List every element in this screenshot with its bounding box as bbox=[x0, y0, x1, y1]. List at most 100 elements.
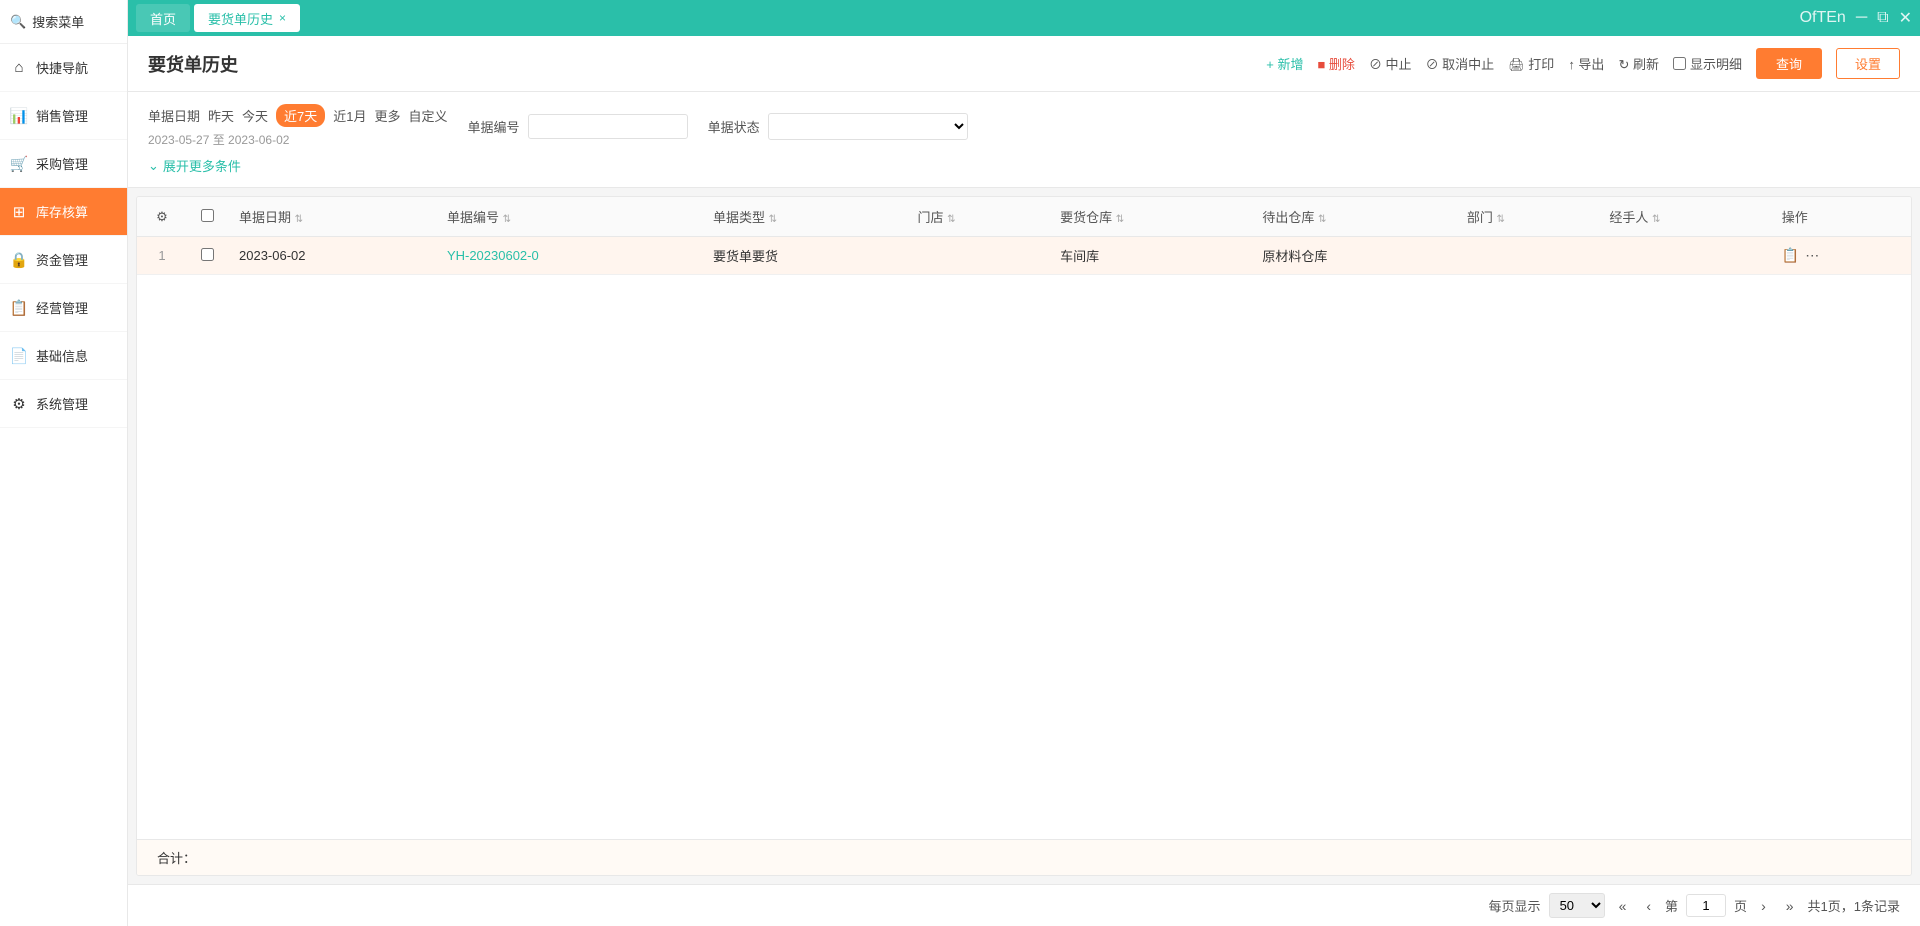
col-handler[interactable]: 经手人 ⇅ bbox=[1597, 197, 1769, 237]
stop-button[interactable]: ⊘ 中止 bbox=[1369, 54, 1412, 73]
close-icon[interactable]: ✕ bbox=[1899, 8, 1912, 28]
sidebar-item-label: 系统管理 bbox=[36, 394, 88, 413]
bill-no-input[interactable] bbox=[528, 114, 688, 139]
row-checkbox[interactable] bbox=[201, 248, 214, 261]
sidebar-item-basic[interactable]: 📄 基础信息 bbox=[0, 332, 127, 380]
page-title: 要货单历史 bbox=[148, 51, 238, 77]
col-date[interactable]: 单据日期 ⇅ bbox=[227, 197, 435, 237]
sidebar-item-purchase[interactable]: 🛒 采购管理 bbox=[0, 140, 127, 188]
page-input-suffix: 页 bbox=[1734, 896, 1747, 915]
sidebar-item-system[interactable]: ⚙ 系统管理 bbox=[0, 380, 127, 428]
row-checkbox-cell[interactable] bbox=[187, 237, 227, 275]
sidebar-item-sales[interactable]: 📊 销售管理 bbox=[0, 92, 127, 140]
delete-button[interactable]: ■ 删除 bbox=[1317, 54, 1354, 73]
sidebar-item-inventory[interactable]: ⊞ 库存核算 bbox=[0, 188, 127, 236]
page-number-input[interactable] bbox=[1686, 894, 1726, 917]
cancel-stop-button[interactable]: ⊘ 取消中止 bbox=[1426, 54, 1495, 73]
total-info: 共1页，1条记录 bbox=[1808, 896, 1900, 915]
date-opt-yesterday[interactable]: 昨天 bbox=[208, 106, 234, 125]
table-area: ⚙ 单据日期 ⇅ 单据编号 ⇅ bbox=[136, 196, 1912, 876]
row-bill-type: 要货单要货 bbox=[701, 237, 906, 275]
date-opt-7days[interactable]: 近7天 bbox=[276, 104, 325, 127]
pagination: 每页显示 10 20 50 100 « ‹ 第 页 › » 共1页，1条记录 bbox=[128, 884, 1920, 926]
row-edit-icon[interactable]: 📋 bbox=[1782, 247, 1799, 264]
sidebar-item-operation[interactable]: 📋 经营管理 bbox=[0, 284, 127, 332]
status-label: 单据状态 bbox=[708, 117, 760, 136]
expand-down-icon: ⌄ bbox=[148, 158, 159, 174]
col-store[interactable]: 门店 ⇅ bbox=[906, 197, 1049, 237]
col-checkbox[interactable] bbox=[187, 197, 227, 237]
col-settings[interactable]: ⚙ bbox=[137, 197, 187, 237]
query-button[interactable]: 查询 bbox=[1756, 48, 1822, 79]
cart-icon: 🛒 bbox=[10, 155, 28, 173]
page-size-select[interactable]: 10 20 50 100 bbox=[1549, 893, 1605, 918]
display-detail-checkbox[interactable] bbox=[1673, 57, 1686, 70]
sort-pending-wh-icon: ⇅ bbox=[1318, 214, 1326, 225]
tab-home-label: 首页 bbox=[150, 9, 176, 28]
sort-store-icon: ⇅ bbox=[947, 214, 955, 225]
select-all-checkbox[interactable] bbox=[201, 209, 214, 222]
refresh-button[interactable]: ↻ 刷新 bbox=[1618, 54, 1659, 73]
sidebar-item-label: 快捷导航 bbox=[36, 58, 88, 77]
sort-date-icon: ⇅ bbox=[295, 214, 303, 225]
sidebar-search[interactable]: 🔍 搜索菜单 bbox=[0, 0, 127, 44]
sidebar-item-label: 经营管理 bbox=[36, 298, 88, 317]
expand-more-label: 展开更多条件 bbox=[163, 156, 241, 175]
col-dept-label: 部门 bbox=[1467, 210, 1493, 225]
sidebar-item-label: 资金管理 bbox=[36, 250, 88, 269]
tab-bill-history[interactable]: 要货单历史 × bbox=[194, 4, 300, 32]
first-page-button[interactable]: « bbox=[1613, 896, 1633, 916]
col-date-label: 单据日期 bbox=[239, 210, 291, 225]
table-row: 1 2023-06-02 YH-20230602-0 要货单要货 车间库 bbox=[137, 237, 1911, 275]
export-button[interactable]: ↑ 导出 bbox=[1568, 54, 1604, 73]
settings-button[interactable]: 设置 bbox=[1836, 48, 1900, 79]
date-range-display: 2023-05-27 至 2023-06-02 bbox=[148, 131, 289, 148]
prev-page-button[interactable]: ‹ bbox=[1640, 896, 1657, 916]
sidebar-item-label: 采购管理 bbox=[36, 154, 88, 173]
status-select[interactable] bbox=[768, 113, 968, 140]
col-dept[interactable]: 部门 ⇅ bbox=[1455, 197, 1598, 237]
sidebar-item-quick-nav[interactable]: ⌂ 快捷导航 bbox=[0, 44, 127, 92]
sidebar-item-label: 销售管理 bbox=[36, 106, 88, 125]
date-opt-today[interactable]: 今天 bbox=[242, 106, 268, 125]
content-area: 要货单历史 + 新增 ■ 删除 ⊘ 中止 ⊘ 取消中止 🖨 打印 ↑ 导出 ↻ … bbox=[128, 36, 1920, 926]
minimize-icon[interactable]: ─ bbox=[1856, 9, 1867, 27]
chart-icon: 📊 bbox=[10, 107, 28, 125]
expand-more-btn[interactable]: ⌄ 展开更多条件 bbox=[148, 156, 1900, 175]
col-pending-warehouse[interactable]: 待出仓库 ⇅ bbox=[1250, 197, 1455, 237]
row-op: 📋 ⋯ bbox=[1770, 237, 1911, 275]
col-bill-type[interactable]: 单据类型 ⇅ bbox=[701, 197, 906, 237]
col-bill-no[interactable]: 单据编号 ⇅ bbox=[435, 197, 701, 237]
last-page-button[interactable]: » bbox=[1780, 896, 1800, 916]
col-bill-no-label: 单据编号 bbox=[447, 210, 499, 225]
page-size-label: 每页显示 bbox=[1489, 896, 1541, 915]
restore-icon[interactable]: ⧉ bbox=[1877, 9, 1888, 27]
new-button[interactable]: + 新增 bbox=[1266, 54, 1303, 73]
bill-no-link[interactable]: YH-20230602-0 bbox=[447, 248, 539, 263]
date-opt-custom[interactable]: 自定义 bbox=[409, 106, 448, 125]
print-button[interactable]: 🖨 打印 bbox=[1508, 54, 1554, 73]
next-page-button[interactable]: › bbox=[1755, 896, 1772, 916]
gear-icon: ⚙ bbox=[10, 395, 28, 413]
clipboard-icon: 📋 bbox=[10, 299, 28, 317]
row-handler bbox=[1597, 237, 1769, 275]
sidebar-item-finance[interactable]: 🔒 资金管理 bbox=[0, 236, 127, 284]
bill-no-filter: 单据编号 bbox=[468, 114, 688, 139]
display-detail-toggle[interactable]: 显示明细 bbox=[1673, 54, 1742, 73]
search-icon: 🔍 bbox=[10, 14, 26, 30]
row-num: 1 bbox=[137, 237, 187, 275]
data-table: ⚙ 单据日期 ⇅ 单据编号 ⇅ bbox=[137, 197, 1911, 275]
tab-home[interactable]: 首页 bbox=[136, 4, 190, 32]
row-more-icon[interactable]: ⋯ bbox=[1805, 247, 1819, 264]
sort-bill-no-icon: ⇅ bbox=[503, 214, 511, 225]
row-bill-no[interactable]: YH-20230602-0 bbox=[435, 237, 701, 275]
col-req-warehouse[interactable]: 要货仓库 ⇅ bbox=[1048, 197, 1250, 237]
page-input-prefix: 第 bbox=[1665, 896, 1678, 915]
tab-close-icon[interactable]: × bbox=[279, 11, 286, 25]
sidebar-search-label: 搜索菜单 bbox=[32, 12, 84, 31]
bill-no-label: 单据编号 bbox=[468, 117, 520, 136]
filter-row: 单据日期 昨天 今天 近7天 近1月 更多 自定义 2023-05-27 至 2… bbox=[148, 104, 1900, 148]
date-filter-label: 单据日期 bbox=[148, 106, 200, 125]
date-opt-1month[interactable]: 近1月 bbox=[333, 106, 366, 125]
date-opt-more[interactable]: 更多 bbox=[375, 106, 401, 125]
